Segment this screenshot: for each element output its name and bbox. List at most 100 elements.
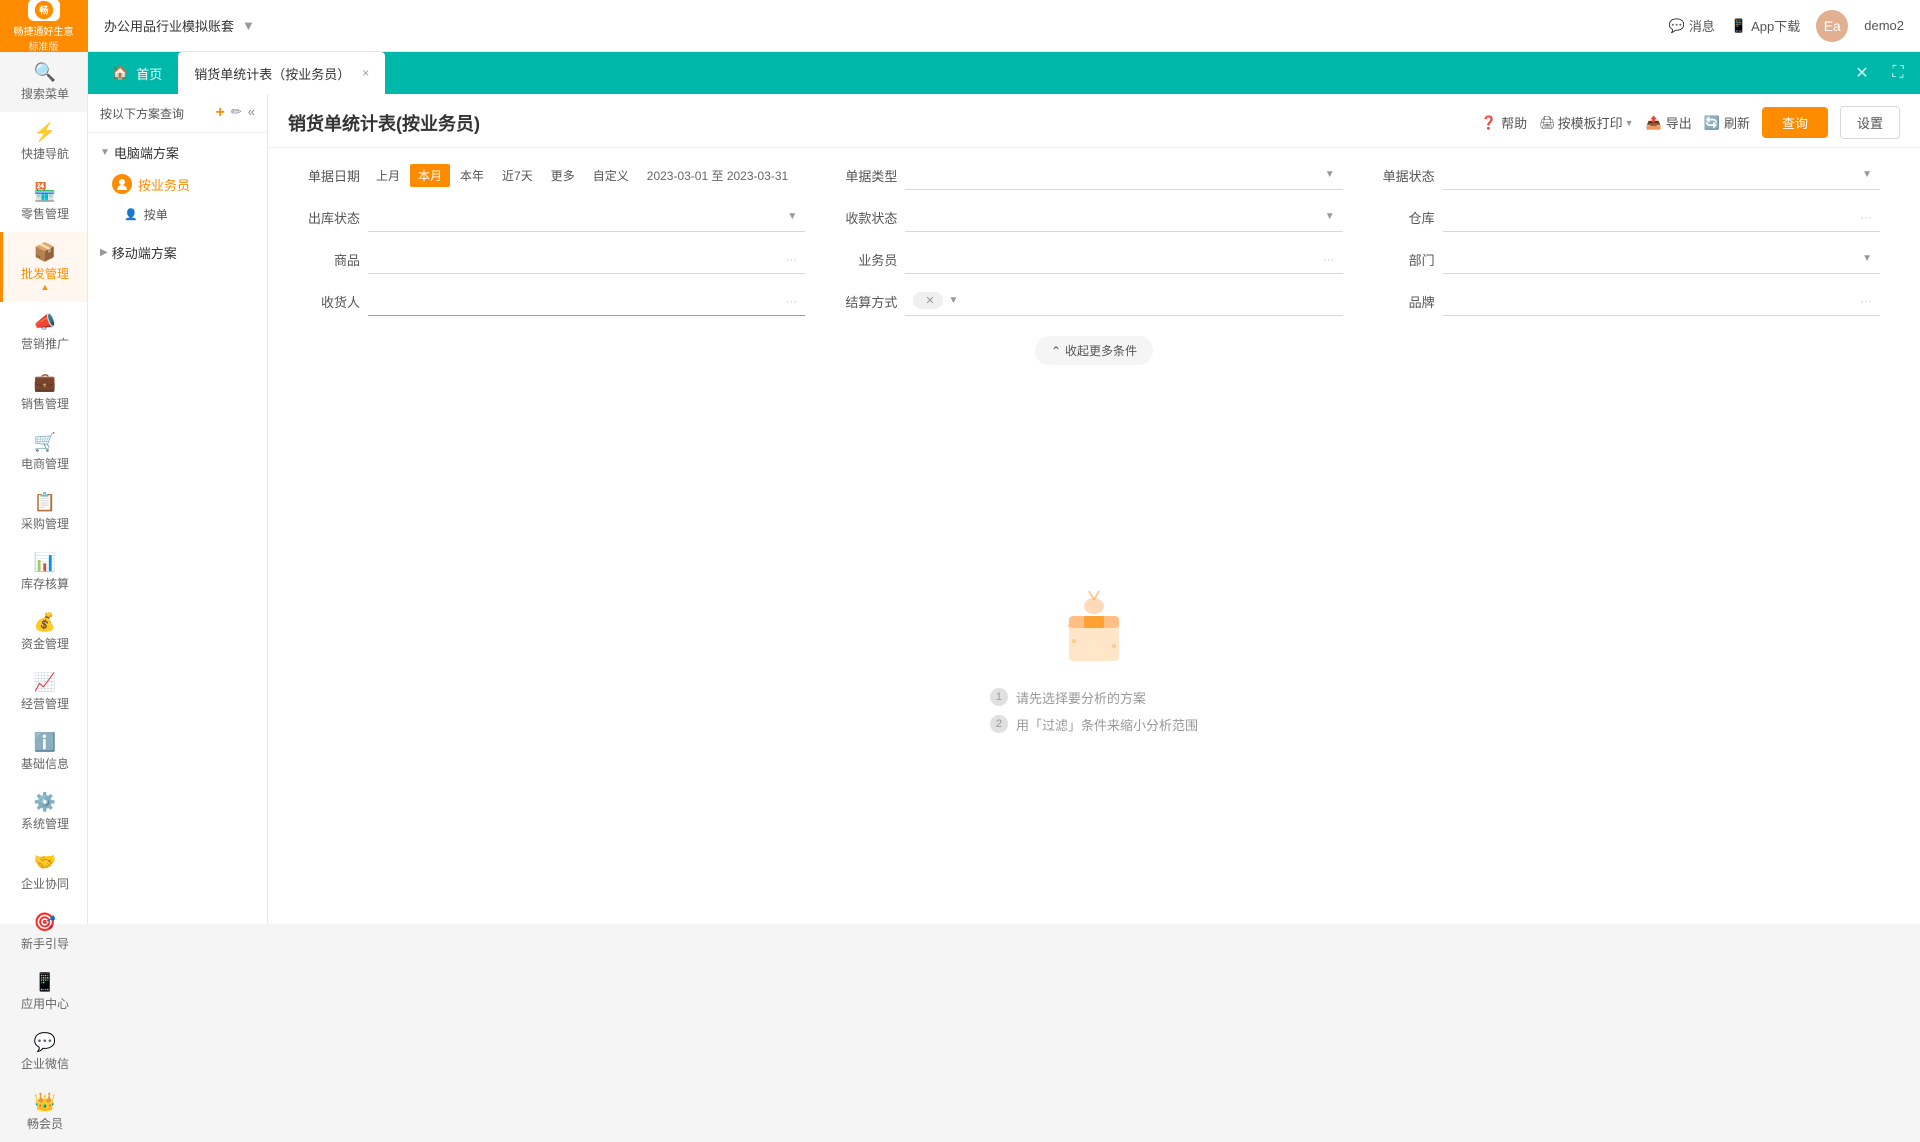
tab-maximize-btn[interactable]: ⛶ xyxy=(1884,59,1912,87)
filter-col-goods: 商品 ··· xyxy=(288,244,825,274)
tab-home[interactable]: 🏠 首页 xyxy=(96,52,178,94)
date-tab-this-year[interactable]: 本年 xyxy=(452,164,492,187)
sidebar-item-member[interactable]: 👑 畅会员 xyxy=(0,1082,87,1142)
filter-col-type: 单据类型 ▼ xyxy=(825,160,1362,190)
sidebar-item-newbie[interactable]: 🎯 新手引导 xyxy=(0,902,87,962)
scheme-item-salesman[interactable]: 按业务员 xyxy=(88,168,267,200)
collapse-btn[interactable]: ⌃ 收起更多条件 xyxy=(1035,336,1153,365)
wholesale-icon: 📦 xyxy=(34,242,56,263)
sidebar-item-wholesale-label: 批发管理 xyxy=(21,265,69,282)
sidebar-item-search[interactable]: 🔍 搜索菜单 xyxy=(0,52,87,112)
template-print-dropdown-icon: ▼ xyxy=(1625,118,1634,128)
export-btn[interactable]: 📤 导出 xyxy=(1646,113,1692,132)
status-field[interactable]: ▼ xyxy=(1443,160,1880,190)
help-btn[interactable]: ❓ 帮助 xyxy=(1481,113,1527,132)
sidebar-item-marketing[interactable]: 📣 营销推广 xyxy=(0,302,87,362)
settlement-field[interactable]: ✕ ▼ xyxy=(905,286,1342,316)
filter-col-collect: 收款状态 ▼ xyxy=(825,202,1362,232)
filter-col-out: 出库状态 ▼ xyxy=(288,202,825,232)
settings-btn[interactable]: 设置 xyxy=(1840,106,1900,139)
sidebar-item-basic[interactable]: ℹ️ 基础信息 xyxy=(0,722,87,782)
filter-row-3: 商品 ··· 业务员 ··· 部门 xyxy=(288,244,1900,274)
filter-col-date: 单据日期 上月 本月 本年 近7天 更多 自定义 2023-03-01 至 20… xyxy=(288,164,825,187)
collect-field[interactable]: ▼ xyxy=(905,202,1342,232)
sidebar-item-sales[interactable]: 💼 销售管理 xyxy=(0,362,87,422)
date-tab-7days[interactable]: 近7天 xyxy=(494,164,541,187)
empty-icon xyxy=(1044,576,1144,676)
goods-more-icon[interactable]: ··· xyxy=(785,252,797,266)
out-label: 出库状态 xyxy=(288,208,368,227)
app-download-btn[interactable]: 📱 App下载 xyxy=(1731,16,1800,35)
sidebar-item-ecommerce[interactable]: 🛒 电商管理 xyxy=(0,422,87,482)
sidebar-item-inventory[interactable]: 📊 库存核算 xyxy=(0,542,87,602)
username: demo2 xyxy=(1864,18,1904,33)
avatar[interactable]: Ea xyxy=(1816,10,1848,42)
filter-col-warehouse: 仓库 ··· xyxy=(1363,202,1900,232)
tip-text-2: 用「过滤」条件来缩小分析范围 xyxy=(1016,715,1198,734)
sidebar-item-finance-label: 资金管理 xyxy=(21,635,69,652)
tab-close-btn[interactable]: × xyxy=(362,66,369,80)
brand-label: 品牌 xyxy=(1363,292,1443,311)
receiver-field[interactable]: ··· xyxy=(368,286,805,316)
pc-group-title[interactable]: ▼ 电脑端方案 xyxy=(88,137,267,168)
tab-close-all-btn[interactable]: ✕ xyxy=(1848,59,1876,87)
sidebar-item-retail[interactable]: 🏪 零售管理 xyxy=(0,172,87,232)
sidebar-item-wechat[interactable]: 💬 企业微信 xyxy=(0,1022,87,1082)
sidebar-item-cooperation[interactable]: 🤝 企业协同 xyxy=(0,842,87,902)
scheme-salesman-icon xyxy=(112,174,132,194)
breadcrumb-dropdown-icon[interactable]: ▼ xyxy=(242,18,255,33)
edit-scheme-btn[interactable]: ✏ xyxy=(231,104,242,122)
warehouse-more-icon[interactable]: ··· xyxy=(1860,210,1872,224)
tab-bar: 🏠 首页 销货单统计表（按业务员） × ✕ ⛶ xyxy=(88,52,1920,94)
mobile-scheme-group: ▶ 移动端方案 xyxy=(88,233,267,272)
tab-active[interactable]: 销货单统计表（按业务员） × xyxy=(178,52,385,94)
date-tab-last-month[interactable]: 上月 xyxy=(368,164,408,187)
date-tab-more[interactable]: 更多 xyxy=(543,164,583,187)
settlement-tag: ✕ xyxy=(913,292,942,309)
search-icon: 🔍 xyxy=(34,62,56,83)
dept-field[interactable]: ▼ xyxy=(1443,244,1880,274)
sidebar-item-sales-label: 销售管理 xyxy=(21,395,69,412)
appcenter-icon: 📱 xyxy=(34,972,56,993)
tip-num-1: 1 xyxy=(990,688,1008,706)
sidebar-item-appcenter[interactable]: 📱 应用中心 xyxy=(0,962,87,1022)
finance-icon: 💰 xyxy=(34,612,56,633)
mobile-group-title[interactable]: ▶ 移动端方案 xyxy=(88,237,267,268)
salesman-more-icon[interactable]: ··· xyxy=(1323,252,1335,266)
brand-field[interactable]: ··· xyxy=(1443,286,1880,316)
member-icon: 👑 xyxy=(34,1092,56,1113)
sidebar-item-operations[interactable]: 📈 经营管理 xyxy=(0,662,87,722)
refresh-label: 刷新 xyxy=(1724,113,1750,132)
message-btn[interactable]: 💬 消息 xyxy=(1669,16,1715,35)
goods-field[interactable]: ··· xyxy=(368,244,805,274)
template-print-btn[interactable]: 🖨 按模板打印 ▼ xyxy=(1539,113,1633,132)
query-btn[interactable]: 查询 xyxy=(1762,107,1828,138)
sidebar-item-finance[interactable]: 💰 资金管理 xyxy=(0,602,87,662)
mobile-group-label: 移动端方案 xyxy=(112,243,177,262)
salesman-field[interactable]: ··· xyxy=(905,244,1342,274)
receiver-more-icon[interactable]: ··· xyxy=(785,294,797,308)
help-label: 帮助 xyxy=(1501,113,1527,132)
date-tab-custom[interactable]: 自定义 xyxy=(585,164,637,187)
sidebar-item-marketing-label: 营销推广 xyxy=(21,335,69,352)
add-scheme-btn[interactable]: + xyxy=(216,104,225,122)
filter-col-brand: 品牌 ··· xyxy=(1363,286,1900,316)
collapse-panel-btn[interactable]: « xyxy=(248,104,255,122)
refresh-btn[interactable]: 🔄 刷新 xyxy=(1704,113,1750,132)
page-title: 销货单统计表(按业务员) xyxy=(288,110,480,136)
settlement-tag-close[interactable]: ✕ xyxy=(925,294,934,307)
out-field[interactable]: ▼ xyxy=(368,202,805,232)
brand-more-icon[interactable]: ··· xyxy=(1860,294,1872,308)
status-label: 单据状态 xyxy=(1363,166,1443,185)
type-field[interactable]: ▼ xyxy=(905,160,1342,190)
download-icon: 📱 xyxy=(1731,18,1747,34)
warehouse-field[interactable]: ··· xyxy=(1443,202,1880,232)
date-tab-this-month[interactable]: 本月 xyxy=(410,164,450,187)
sidebar-item-wholesale[interactable]: 📦 批发管理 ▲ xyxy=(0,232,87,302)
sidebar-item-system[interactable]: ⚙️ 系统管理 xyxy=(0,782,87,842)
sub-scheme-item-order[interactable]: 👤 按单 xyxy=(88,200,267,229)
sidebar-item-quick-nav[interactable]: ⚡ 快捷导航 xyxy=(0,112,87,172)
sub-scheme-label: 按单 xyxy=(144,206,168,223)
sidebar-item-purchase[interactable]: 📋 采购管理 xyxy=(0,482,87,542)
maximize-icon: ⛶ xyxy=(1892,64,1903,82)
